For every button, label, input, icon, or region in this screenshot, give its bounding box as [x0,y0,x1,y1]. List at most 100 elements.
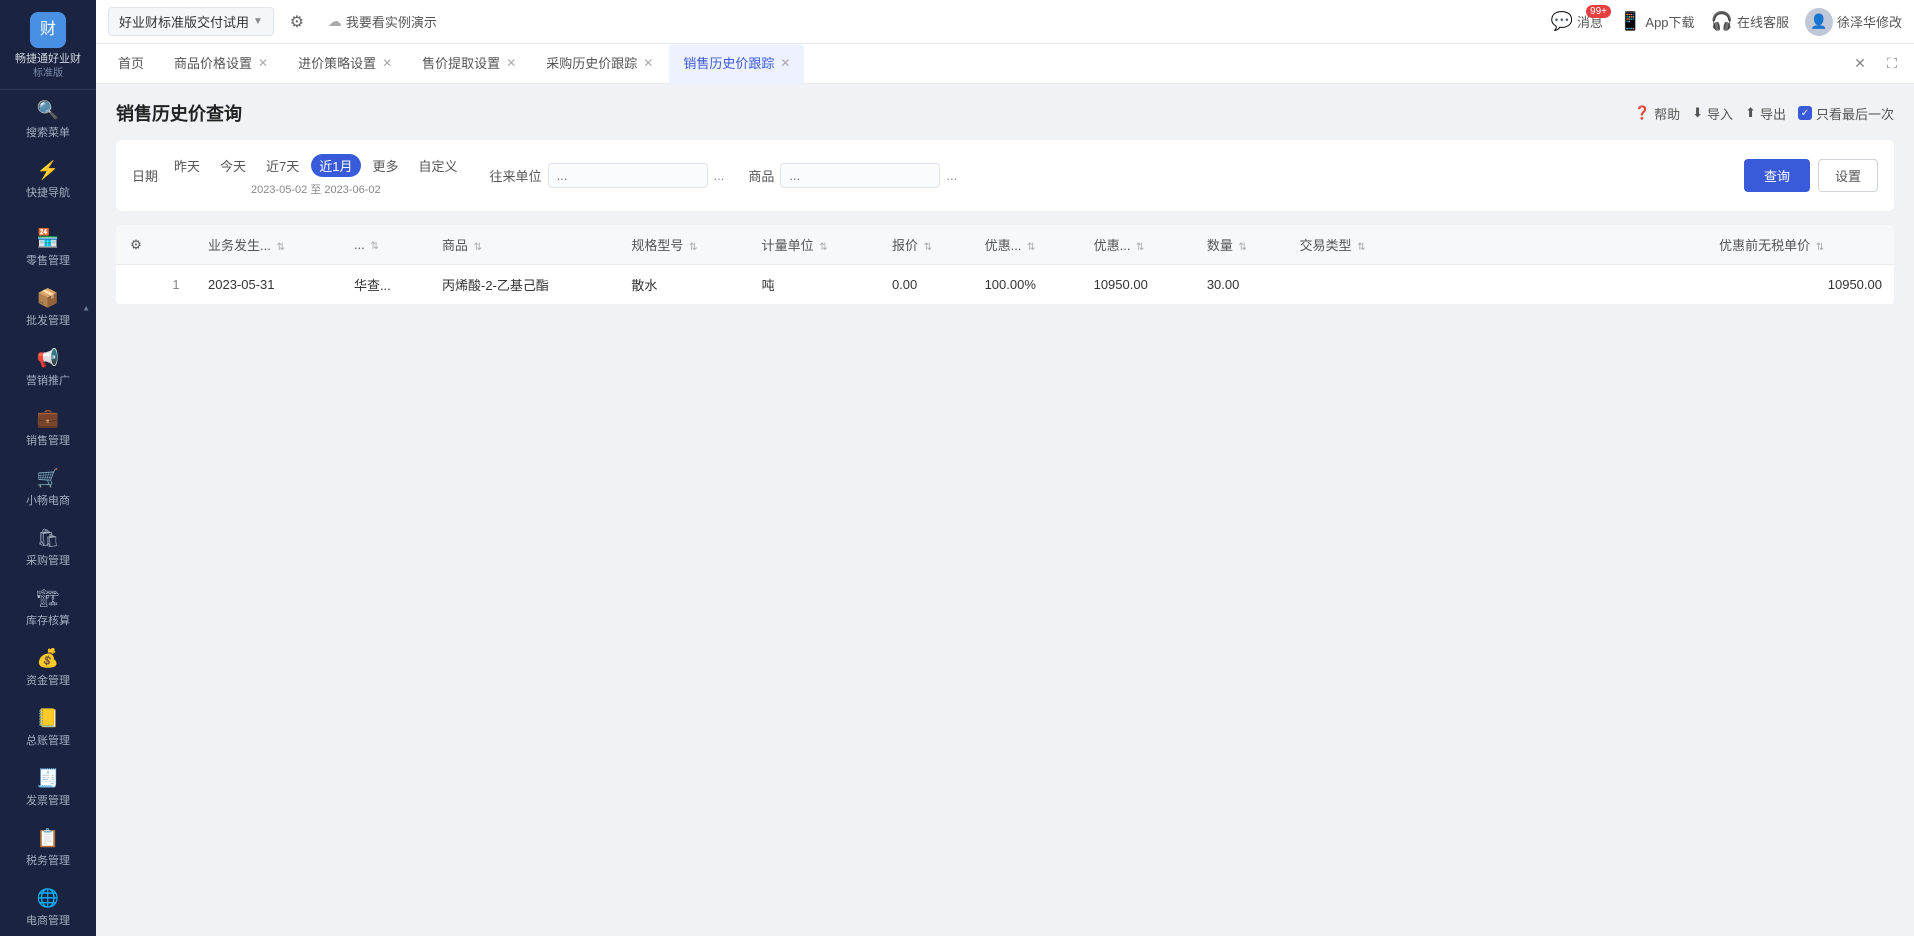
sidebar-item-marketing[interactable]: 📢 营销推广 [0,338,96,398]
tab-sale-price-close[interactable]: ✕ [506,56,516,70]
product-more-button[interactable]: ... [946,168,957,183]
demo-button[interactable]: ☁ 我要看实例演示 [328,12,437,31]
col-spec-header[interactable]: 规格型号 ⇅ [619,225,749,265]
page-header-actions: ❓ 帮助 ⬇ 导入 ⬆ 导出 ✓ 只看最后一次 [1634,104,1894,123]
only-last-checkbox[interactable]: ✓ 只看最后一次 [1798,104,1894,123]
product-filter-group: 商品 ... [748,163,957,188]
user-menu-button[interactable]: 👤 徐泽华修改 [1805,8,1902,36]
tab-expand-button[interactable]: ⛶ [1878,50,1906,78]
filter-settings-button[interactable]: 设置 [1818,159,1878,192]
version-select[interactable]: 好业财标准版交付试用 ▼ [108,7,274,36]
sidebar-item-invoice[interactable]: 🧾 发票管理 [0,758,96,818]
tab-sale-price[interactable]: 售价提取设置 ✕ [408,44,530,84]
app-download-button[interactable]: 📱 App下载 [1619,11,1695,32]
col-product-header[interactable]: 商品 ⇅ [430,225,619,265]
sidebar-item-sales[interactable]: 💼 销售管理 [0,398,96,458]
finance-icon: 💰 [37,648,59,669]
tab-home[interactable]: 首页 [104,44,158,84]
app-version: 标准版 [33,67,63,81]
tab-pricing-strategy[interactable]: 进价策略设置 ✕ [284,44,406,84]
retail-icon: 🏪 [37,228,59,249]
row-tradetype-cell [1287,265,1417,305]
tab-pricing-strategy-close[interactable]: ✕ [382,56,392,70]
col-pretax-header[interactable]: 优惠前无税单价 ⇅ [1707,225,1894,265]
main-area: 好业财标准版交付试用 ▼ ⚙ ☁ 我要看实例演示 💬 消息 99+ 📱 App下… [96,0,1914,936]
table-body: 1 2023-05-31 华查... 丙烯酸-2-乙基己酯 散水 吨 0.00 … [116,265,1894,305]
help-button[interactable]: ❓ 帮助 [1634,104,1680,123]
col-bizdate-header[interactable]: 业务发生... ⇅ [196,225,342,265]
tab-purchase-history-close[interactable]: ✕ [643,56,653,70]
username-label: 徐泽华修改 [1837,12,1902,31]
sidebar-item-tax[interactable]: 📋 税务管理 [0,818,96,878]
sidebar-item-purchase[interactable]: 🛍 采购管理 [0,518,96,578]
tab-purchase-history[interactable]: 采购历史价跟踪 ✕ [532,44,667,84]
supplier-input[interactable] [548,163,708,188]
supplier-more-button[interactable]: ... [714,168,725,183]
date-last1m[interactable]: 近1月 [311,154,360,177]
online-service-button[interactable]: 🎧 在线客服 [1711,11,1789,32]
tab-sales-history-close[interactable]: ✕ [780,56,790,70]
tab-product-price-label: 商品价格设置 [174,53,252,72]
date-yesterday[interactable]: 昨天 [166,154,208,177]
product-input[interactable] [780,163,940,188]
col-price-header[interactable]: 报价 ⇅ [880,225,973,265]
col-tradetype-header[interactable]: 交易类型 ⇅ [1287,225,1417,265]
avatar: 👤 [1805,8,1833,36]
col-more-header[interactable]: ... ⇅ [342,225,430,265]
topbar-right: 💬 消息 99+ 📱 App下载 🎧 在线客服 👤 徐泽华修改 [1551,8,1902,36]
tab-close-panel-button[interactable]: ✕ [1846,50,1874,78]
quicknav-icon: ⚡ [37,160,59,181]
col-discount1-header[interactable]: 优惠... ⇅ [973,225,1082,265]
export-button[interactable]: ⬆ 导出 [1745,104,1786,123]
date-today[interactable]: 今天 [212,154,254,177]
sidebar-item-general-ledger[interactable]: 📒 总账管理 [0,698,96,758]
date-last7[interactable]: 近7天 [258,154,307,177]
tab-product-price[interactable]: 商品价格设置 ✕ [160,44,282,84]
sidebar-item-ecommerce[interactable]: 🌐 电商管理 [0,878,96,936]
sidebar-item-wholesale[interactable]: 📦 批发管理 [0,278,96,338]
logo-icon: 财 [30,12,66,48]
chevron-down-icon: ▼ [253,16,263,27]
sidebar-item-ecommerce-small[interactable]: 🛒 小畅电商 [0,458,96,518]
sidebar-item-retail[interactable]: 🏪 零售管理 [0,218,96,278]
demo-icon: ☁ [328,13,342,30]
date-filter-group: 日期 昨天 今天 近7天 近1月 更多 自定义 2023-05-02 至 202… [132,154,466,197]
ecommerce-icon: 🌐 [37,888,59,909]
sidebar-item-inventory[interactable]: 🏗 库存核算 [0,578,96,638]
tab-sales-history-label: 销售历史价跟踪 [683,53,774,72]
import-button[interactable]: ⬇ 导入 [1692,104,1733,123]
sidebar-item-finance[interactable]: 💰 资金管理 [0,638,96,698]
tab-sales-history[interactable]: 销售历史价跟踪 ✕ [669,44,804,84]
row-product-cell: 丙烯酸-2-乙基己酯 [430,265,619,305]
col-gear[interactable]: ⚙ [116,225,156,265]
sort-icon-pretax: ⇅ [1816,242,1824,253]
col-discount2-header[interactable]: 优惠... ⇅ [1082,225,1195,265]
sidebar-item-quicknav[interactable]: ⚡ 快捷导航 [0,150,96,210]
sidebar-label-quicknav: 快捷导航 [26,184,70,200]
col-unit-header[interactable]: 计量单位 ⇅ [750,225,880,265]
sidebar: 财 畅捷通好业财 标准版 🔍 搜索菜单 ⚡ 快捷导航 🏪 零售管理 📦 批发管理… [0,0,96,936]
row-spec-cell: 散水 [619,265,749,305]
sidebar-item-search[interactable]: 🔍 搜索菜单 [0,90,96,150]
sort-icon-discount1: ⇅ [1027,242,1035,253]
message-button[interactable]: 💬 消息 99+ [1551,11,1603,32]
date-range-display: 2023-05-02 至 2023-06-02 [251,181,381,197]
help-label: 帮助 [1654,104,1680,123]
help-icon: ❓ [1634,105,1650,121]
export-label: 导出 [1760,104,1786,123]
date-custom[interactable]: 自定义 [411,154,466,177]
tab-product-price-close[interactable]: ✕ [258,56,268,70]
settings-gear-button[interactable]: ⚙ [282,7,312,37]
export-icon: ⬆ [1745,105,1756,121]
only-last-label: 只看最后一次 [1816,104,1894,123]
row-spacer-cell [1418,265,1707,305]
row-discount2-cell: 10950.00 [1082,265,1195,305]
sidebar-label-ecommerce-small: 小畅电商 [26,492,70,508]
query-button[interactable]: 查询 [1744,159,1810,192]
table-row: 1 2023-05-31 华查... 丙烯酸-2-乙基己酯 散水 吨 0.00 … [116,265,1894,305]
date-row1: 昨天 今天 近7天 近1月 更多 自定义 [166,154,466,177]
date-filter-label: 日期 [132,166,158,185]
content-area: 销售历史价查询 ❓ 帮助 ⬇ 导入 ⬆ 导出 ✓ 只看最后一次 [96,84,1914,936]
col-qty-header[interactable]: 数量 ⇅ [1195,225,1288,265]
date-more[interactable]: 更多 [365,154,407,177]
